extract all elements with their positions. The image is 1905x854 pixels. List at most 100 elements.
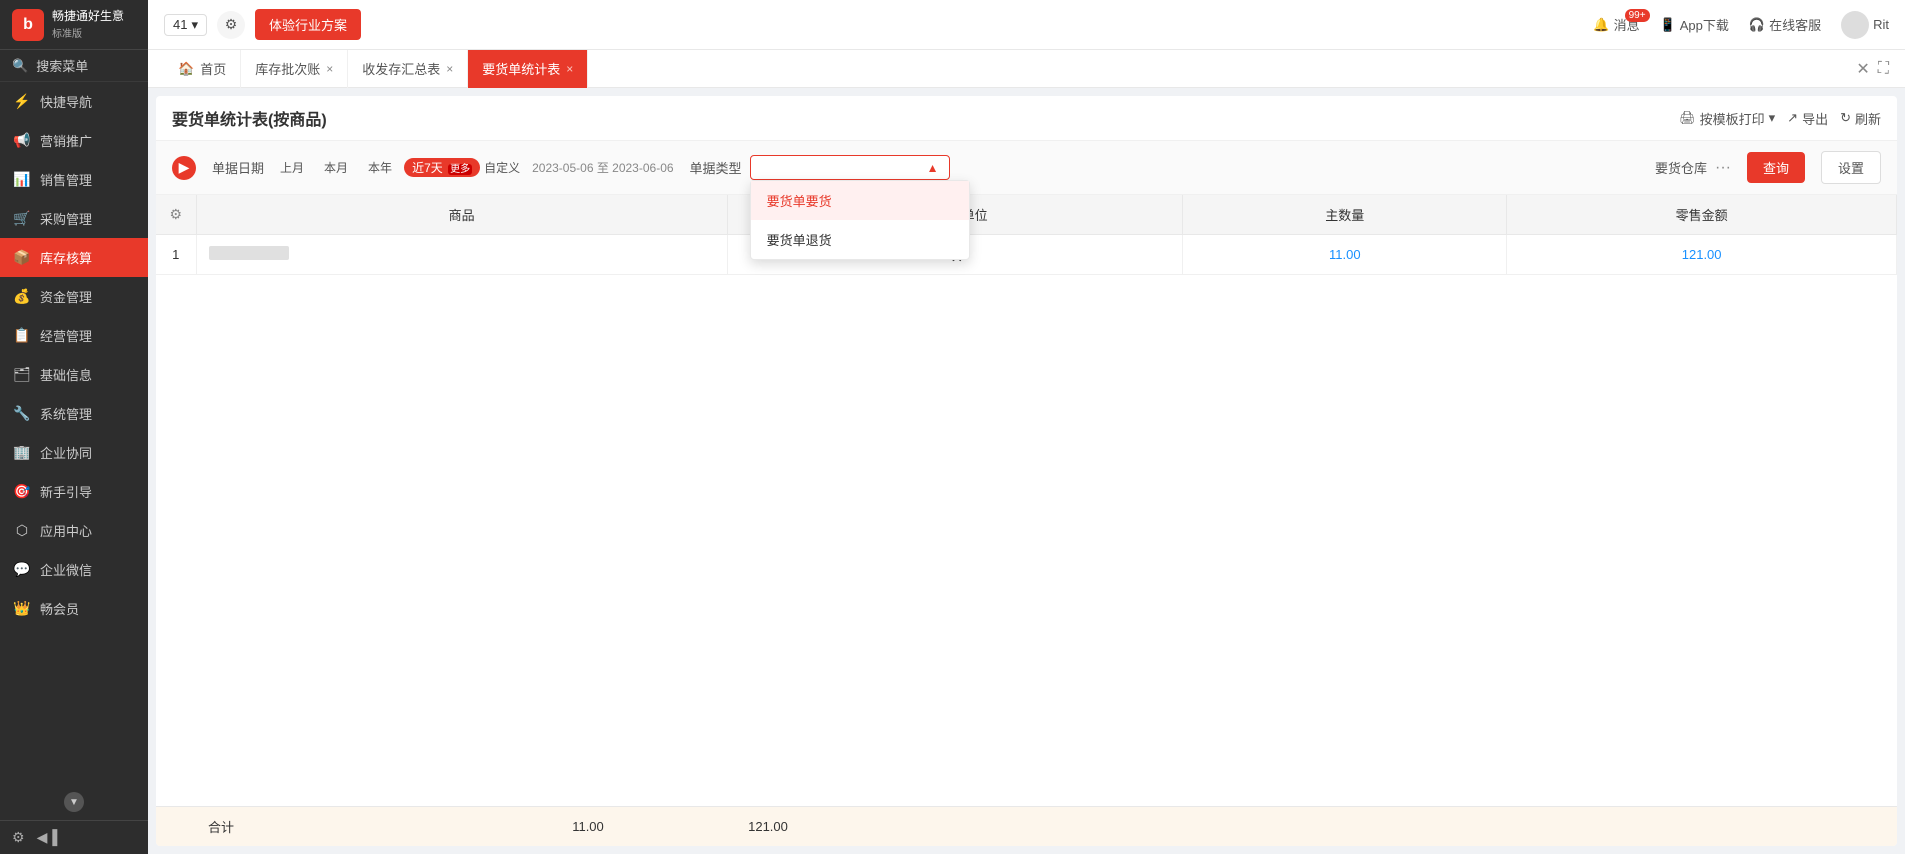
top-header: 41 ▾ ⚙ 体验行业方案 🔔 消息 99+ 📱 App下载 🎧 在线客服 bbox=[148, 0, 1905, 50]
phone-icon: 📱 bbox=[1660, 17, 1676, 33]
col-settings-header[interactable]: ⚙ bbox=[156, 195, 196, 235]
sidebar-item-label: 新手引导 bbox=[40, 482, 92, 501]
page-actions: 🖨 按模板打印 ▾ ↗ 导出 ↻ 刷新 bbox=[1679, 109, 1881, 128]
tab-order-stats[interactable]: 要货单统计表 × bbox=[468, 50, 588, 88]
row-num: 1 bbox=[156, 235, 196, 275]
sidebar-item-system[interactable]: 🔧 系统管理 bbox=[0, 394, 148, 433]
app-subtitle: 标准版 bbox=[52, 25, 124, 40]
sidebar-item-guide[interactable]: 🎯 新手引导 bbox=[0, 472, 148, 511]
sidebar-item-wechat[interactable]: 💬 企业微信 bbox=[0, 550, 148, 589]
sidebar-item-purchase[interactable]: 🛒 采购管理 bbox=[0, 199, 148, 238]
home-icon: 🏠 bbox=[178, 61, 194, 77]
user-menu-btn[interactable]: Rit bbox=[1841, 11, 1889, 39]
export-label: 导出 bbox=[1802, 109, 1828, 128]
store-selector[interactable]: 41 ▾ bbox=[164, 14, 207, 36]
warehouse-more-btn[interactable]: ··· bbox=[1715, 159, 1731, 177]
trial-industry-btn[interactable]: 体验行业方案 bbox=[255, 9, 361, 40]
filter-bar: ▶ 单据日期 上月 本月 本年 近7天 更多 自定义 2023-05-06 至 … bbox=[156, 141, 1897, 195]
header-settings-btn[interactable]: ⚙ bbox=[217, 11, 245, 39]
tab-inventory-batch[interactable]: 库存批次账 × bbox=[241, 50, 348, 88]
sidebar-item-member[interactable]: 👑 畅会员 bbox=[0, 589, 148, 628]
date-options: 上月 本月 本年 近7天 更多 自定义 bbox=[272, 157, 520, 178]
header-right: 🔔 消息 99+ 📱 App下载 🎧 在线客服 Rit bbox=[1593, 11, 1889, 39]
filter-expand-btn[interactable]: ▶ bbox=[172, 156, 196, 180]
sidebar-item-label: 库存核算 bbox=[40, 248, 92, 267]
tab-maximize-btn[interactable]: ⛶ bbox=[1878, 60, 1889, 78]
purchase-icon: 🛒 bbox=[12, 210, 32, 227]
print-icon: 🖨 bbox=[1679, 110, 1696, 126]
enterprise-icon: 🏢 bbox=[12, 444, 32, 461]
page-content: 要货单统计表(按商品) 🖨 按模板打印 ▾ ↗ 导出 ↻ 刷新 ▶ bbox=[156, 96, 1897, 846]
online-support-btn[interactable]: 🎧 在线客服 bbox=[1749, 15, 1821, 34]
amount-link[interactable]: 121.00 bbox=[1682, 247, 1722, 262]
refresh-btn[interactable]: ↻ 刷新 bbox=[1840, 109, 1881, 128]
sidebar-item-finance[interactable]: 💰 资金管理 bbox=[0, 277, 148, 316]
type-select[interactable]: ▲ bbox=[750, 155, 950, 180]
sidebar-item-label: 畅会员 bbox=[40, 599, 79, 618]
sidebar-item-enterprise[interactable]: 🏢 企业协同 bbox=[0, 433, 148, 472]
tab-receive-summary-close[interactable]: × bbox=[446, 62, 453, 76]
print-template-btn[interactable]: 🖨 按模板打印 ▾ bbox=[1679, 109, 1775, 128]
member-icon: 👑 bbox=[12, 600, 32, 617]
dropdown-item-order-ret[interactable]: 要货单退货 bbox=[751, 220, 969, 259]
sidebar-settings-btn[interactable]: ⚙ bbox=[12, 829, 25, 846]
sidebar-item-label: 销售管理 bbox=[40, 170, 92, 189]
date-curr-year-btn[interactable]: 本年 bbox=[360, 157, 400, 178]
sidebar-item-label: 快捷导航 bbox=[40, 92, 92, 111]
tab-receive-summary-label: 收发存汇总表 bbox=[362, 59, 440, 78]
tab-close-all-btn[interactable]: ✕ bbox=[1856, 59, 1869, 79]
sidebar-scroll-down-btn[interactable]: ▼ bbox=[64, 792, 84, 812]
chevron-up-icon: ▲ bbox=[927, 161, 939, 175]
sidebar-item-quick-nav[interactable]: ⚡ 快捷导航 bbox=[0, 82, 148, 121]
page-header: 要货单统计表(按商品) 🖨 按模板打印 ▾ ↗ 导出 ↻ 刷新 bbox=[156, 96, 1897, 141]
app-center-icon: ⬡ bbox=[12, 522, 32, 539]
tab-bar: 🏠 首页 库存批次账 × 收发存汇总表 × 要货单统计表 × ✕ ⛶ bbox=[148, 50, 1905, 88]
sidebar: b 畅捷通好生意 标准版 🔍 搜索菜单 ⚡ 快捷导航 📢 营销推广 📊 销售管理… bbox=[0, 0, 148, 854]
type-dropdown-menu: 要货单要货 要货单退货 bbox=[750, 180, 970, 260]
main-area: 41 ▾ ⚙ 体验行业方案 🔔 消息 99+ 📱 App下载 🎧 在线客服 bbox=[148, 0, 1905, 854]
sidebar-item-label: 营销推广 bbox=[40, 131, 92, 150]
app-download-btn[interactable]: 📱 App下载 bbox=[1660, 15, 1729, 34]
tab-inventory-batch-close[interactable]: × bbox=[326, 62, 333, 76]
user-name: Rit bbox=[1873, 17, 1889, 32]
tab-home[interactable]: 🏠 首页 bbox=[164, 50, 241, 88]
sidebar-item-sales[interactable]: 📊 销售管理 bbox=[0, 160, 148, 199]
tab-receive-summary[interactable]: 收发存汇总表 × bbox=[348, 50, 468, 88]
dropdown-item-order-req[interactable]: 要货单要货 bbox=[751, 181, 969, 220]
app-label: App下载 bbox=[1680, 15, 1729, 34]
col-product-header: 商品 bbox=[196, 195, 727, 235]
date-curr-month-btn[interactable]: 本月 bbox=[316, 157, 356, 178]
system-icon: 🔧 bbox=[12, 405, 32, 422]
tab-order-stats-close[interactable]: × bbox=[566, 62, 573, 76]
support-label: 在线客服 bbox=[1769, 15, 1821, 34]
export-btn[interactable]: ↗ 导出 bbox=[1787, 109, 1828, 128]
sidebar-item-operation[interactable]: 📋 经营管理 bbox=[0, 316, 148, 355]
query-btn[interactable]: 查询 bbox=[1747, 152, 1805, 183]
filter-settings-btn[interactable]: 设置 bbox=[1821, 151, 1881, 184]
headset-icon: 🎧 bbox=[1749, 17, 1765, 33]
data-table: ⚙ 商品 主计量单位 主数量 零售金额 1 块 bbox=[156, 195, 1897, 275]
sidebar-item-base-info[interactable]: 🗂 基础信息 bbox=[0, 355, 148, 394]
type-filter-label: 单据类型 bbox=[690, 158, 742, 177]
quantity-link[interactable]: 11.00 bbox=[1329, 247, 1361, 262]
table-footer: 合计 11.00 121.00 bbox=[156, 806, 1897, 846]
search-menu-item[interactable]: 🔍 搜索菜单 bbox=[0, 50, 148, 82]
sidebar-item-inventory[interactable]: 📦 库存核算 bbox=[0, 238, 148, 277]
sidebar-item-app-center[interactable]: ⬡ 应用中心 bbox=[0, 511, 148, 550]
date-custom-btn[interactable]: 自定义 bbox=[484, 159, 520, 176]
tab-home-label: 首页 bbox=[200, 59, 226, 78]
notice-btn[interactable]: 🔔 消息 99+ bbox=[1593, 15, 1639, 34]
sidebar-item-marketing[interactable]: 📢 营销推广 bbox=[0, 121, 148, 160]
sidebar-item-label: 经营管理 bbox=[40, 326, 92, 345]
type-dropdown-wrapper: ▲ 要货单要货 要货单退货 bbox=[750, 155, 950, 180]
refresh-icon: ↻ bbox=[1840, 110, 1851, 126]
date-recent7-btn[interactable]: 近7天 更多 bbox=[404, 158, 480, 177]
filter-date-section: 单据日期 上月 本月 本年 近7天 更多 自定义 2023-05-06 至 20… bbox=[212, 157, 674, 178]
print-label: 按模板打印 bbox=[1700, 109, 1765, 128]
more-badge: 更多 bbox=[448, 164, 472, 175]
col-settings-icon[interactable]: ⚙ bbox=[169, 206, 182, 222]
date-range-display: 2023-05-06 至 2023-06-06 bbox=[532, 159, 673, 176]
sidebar-collapse-btn[interactable]: ◀▐ bbox=[37, 829, 58, 846]
col-quantity-header: 主数量 bbox=[1183, 195, 1507, 235]
date-prev-month-btn[interactable]: 上月 bbox=[272, 157, 312, 178]
